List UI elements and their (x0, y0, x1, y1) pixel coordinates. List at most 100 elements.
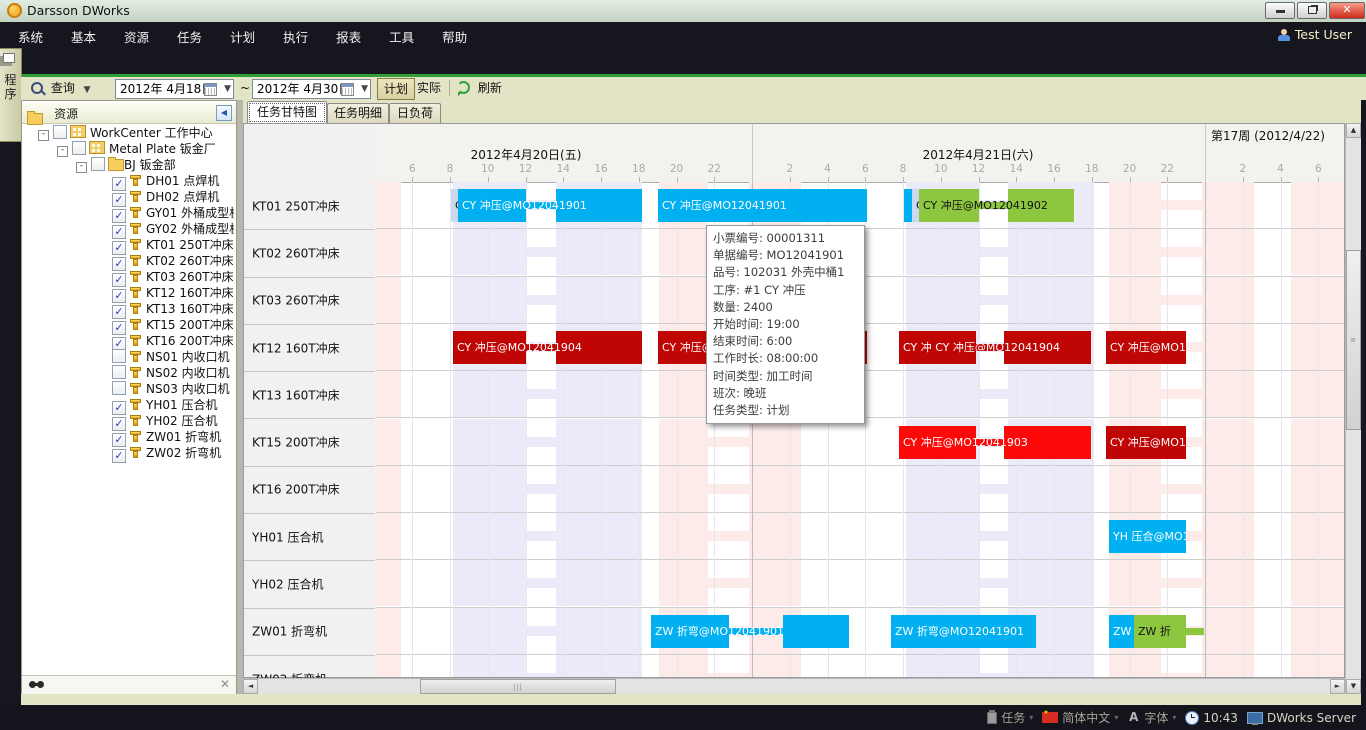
shift-band (1109, 182, 1161, 228)
restore-button[interactable] (1297, 2, 1327, 19)
tree-item[interactable]: ✓YH02 压合机 (24, 413, 234, 429)
calendar-icon[interactable] (204, 83, 217, 96)
task-bar[interactable]: CY 冲压@MO12041902 (919, 182, 1074, 229)
scroll-left-button[interactable]: ◄ (243, 679, 258, 694)
tree-checkbox-unchecked[interactable] (72, 141, 86, 155)
menu-item[interactable]: 基本 (57, 22, 110, 51)
tree-item[interactable]: ✓DH01 点焊机 (24, 173, 234, 189)
menu-item[interactable]: 资源 (110, 22, 163, 51)
plan-toggle-button[interactable]: 计划 (377, 78, 415, 100)
task-bar[interactable]: C (451, 182, 458, 229)
task-bar[interactable]: YH 压合@MO1 (1109, 513, 1186, 560)
vertical-scroll-thumb[interactable]: ≡ (1346, 250, 1361, 430)
task-bar[interactable]: ZW 折弯@MO12041901 (891, 608, 1036, 655)
menu-item[interactable]: 报表 (322, 22, 375, 51)
tree-item[interactable]: ✓KT01 250T冲床 (24, 237, 234, 253)
task-bar[interactable] (904, 182, 912, 229)
tree-checkbox-unchecked[interactable] (53, 125, 67, 139)
task-bar[interactable]: CY 冲 CY 冲压@MO12041904 (899, 324, 1091, 371)
tree-item-label: DH02 点焊机 (146, 190, 219, 204)
task-bar[interactable]: C (912, 182, 919, 229)
tree-expander-icon[interactable]: - (57, 146, 68, 157)
task-bar[interactable]: ZW 折弯@MO12041901 (651, 608, 849, 655)
task-bar[interactable]: ZW (1109, 608, 1134, 655)
minimize-button[interactable] (1265, 2, 1295, 19)
shift-band (1202, 655, 1254, 677)
tree-item-label: BJ 钣金部 (124, 158, 176, 172)
horizontal-scrollbar[interactable]: ◄ ||| ► (243, 678, 1345, 694)
statusbar-item-flag[interactable]: 简体中文▾ (1042, 709, 1118, 726)
refresh-button[interactable]: 刷新 (457, 78, 502, 98)
tree-item[interactable]: ✓GY01 外桶成型机 (24, 205, 234, 221)
statusbar-item-tasks[interactable]: 任务▾ (987, 709, 1033, 726)
task-bar[interactable]: CY 冲压@MO12041901 (458, 182, 642, 229)
chevron-down-icon[interactable]: ▾ (1114, 713, 1118, 722)
statusbar-item-server[interactable]: DWorks Server (1247, 711, 1356, 725)
scroll-right-button[interactable]: ► (1330, 679, 1345, 694)
tree-item[interactable]: NS03 内收口机 (24, 381, 234, 397)
tree-expander-icon[interactable]: - (76, 162, 87, 173)
task-bar[interactable]: CY 冲压@MO1 (1106, 419, 1186, 466)
date-from-dropdown-icon[interactable]: ▼ (224, 80, 231, 98)
tree-item[interactable]: ✓YH01 压合机 (24, 397, 234, 413)
statusbar-item-clock[interactable]: 10:43 (1185, 711, 1238, 725)
tree-item[interactable]: NS02 内收口机 (24, 365, 234, 381)
tree-item[interactable]: ✓DH02 点焊机 (24, 189, 234, 205)
scroll-down-button[interactable]: ▼ (1346, 679, 1361, 694)
shift-band (453, 655, 526, 677)
tree-item[interactable]: ✓KT02 260T冲床 (24, 253, 234, 269)
tree-item[interactable]: ✓ZW01 折弯机 (24, 429, 234, 445)
calendar-icon[interactable] (341, 83, 354, 96)
task-bar[interactable]: CY 冲压@MO12041901 (658, 182, 867, 229)
flag-icon (1042, 712, 1058, 723)
chevron-down-icon[interactable]: ▾ (1029, 713, 1033, 722)
clear-filter-icon[interactable]: ✕ (220, 677, 230, 691)
menu-item[interactable]: 帮助 (428, 22, 481, 51)
menu-item[interactable]: 任务 (163, 22, 216, 51)
menu-item[interactable]: 计划 (216, 22, 269, 51)
tree-item[interactable]: ✓KT16 200T冲床 (24, 333, 234, 349)
vertical-scrollbar[interactable]: ▲ ≡ ▼ (1345, 123, 1361, 694)
tree-item[interactable]: ✓KT13 160T冲床 (24, 301, 234, 317)
tree-checkbox-unchecked[interactable] (112, 349, 126, 363)
tree-item[interactable]: - BJ 钣金部 (24, 157, 234, 173)
query-dropdown-icon[interactable]: ▼ (84, 85, 91, 95)
task-bar[interactable]: CY 冲压@MO1 (1106, 324, 1186, 371)
tree-item[interactable]: -WorkCenter 工作中心 (24, 125, 234, 141)
sidebar-tab-programs[interactable]: 程序 (0, 48, 22, 142)
scroll-up-button[interactable]: ▲ (1346, 123, 1361, 138)
tree-expander-icon[interactable]: - (38, 130, 49, 141)
close-button[interactable]: ✕ (1329, 2, 1365, 19)
chevron-down-icon[interactable]: ▾ (1172, 713, 1176, 722)
tree-item[interactable]: ✓KT15 200T冲床 (24, 317, 234, 333)
tree-item[interactable]: NS01 内收口机 (24, 349, 234, 365)
actual-toggle-button[interactable]: 实际 (411, 78, 447, 98)
task-bar[interactable]: ZW 折 (1134, 608, 1204, 655)
collapse-panel-button[interactable]: ◀ (216, 105, 232, 121)
tree-checkbox-unchecked[interactable] (112, 365, 126, 379)
task-bar[interactable]: CY 冲压@MO12041903 (899, 419, 1091, 466)
gantt-tab-2[interactable]: 日负荷 (389, 103, 441, 123)
tree-item[interactable]: -Metal Plate 钣金厂 (24, 141, 234, 157)
tree-checkbox-checked[interactable]: ✓ (112, 449, 126, 463)
tree-item[interactable]: ✓ZW02 折弯机 (24, 445, 234, 461)
gantt-tab-1[interactable]: 任务明细 (327, 103, 389, 123)
tree-item[interactable]: ✓GY02 外桶成型机 (24, 221, 234, 237)
task-bar[interactable]: CY 冲压@MO12041904 (453, 324, 642, 371)
query-button[interactable]: 查询 ▼ (31, 78, 91, 98)
menu-item[interactable]: 执行 (269, 22, 322, 51)
date-from-input[interactable]: 2012年 4月18日 ▼ (115, 79, 234, 99)
menu-item[interactable]: 系统 (4, 22, 57, 51)
tree-item[interactable]: ✓KT03 260T冲床 (24, 269, 234, 285)
gantt-tab-0[interactable]: 任务甘特图 (247, 101, 327, 124)
find-icon[interactable] (29, 681, 36, 688)
menu-item[interactable]: 工具 (375, 22, 428, 51)
horizontal-scroll-thumb[interactable]: ||| (420, 679, 616, 694)
statusbar-item-font[interactable]: A字体▾ (1127, 709, 1176, 726)
date-to-dropdown-icon[interactable]: ▼ (361, 80, 368, 98)
tree-item[interactable]: ✓KT12 160T冲床 (24, 285, 234, 301)
date-range-tilde: ~ (240, 78, 250, 98)
date-to-input[interactable]: 2012年 4月30日 ▼ (252, 79, 371, 99)
tree-checkbox-unchecked[interactable] (91, 157, 105, 171)
tree-checkbox-unchecked[interactable] (112, 381, 126, 395)
